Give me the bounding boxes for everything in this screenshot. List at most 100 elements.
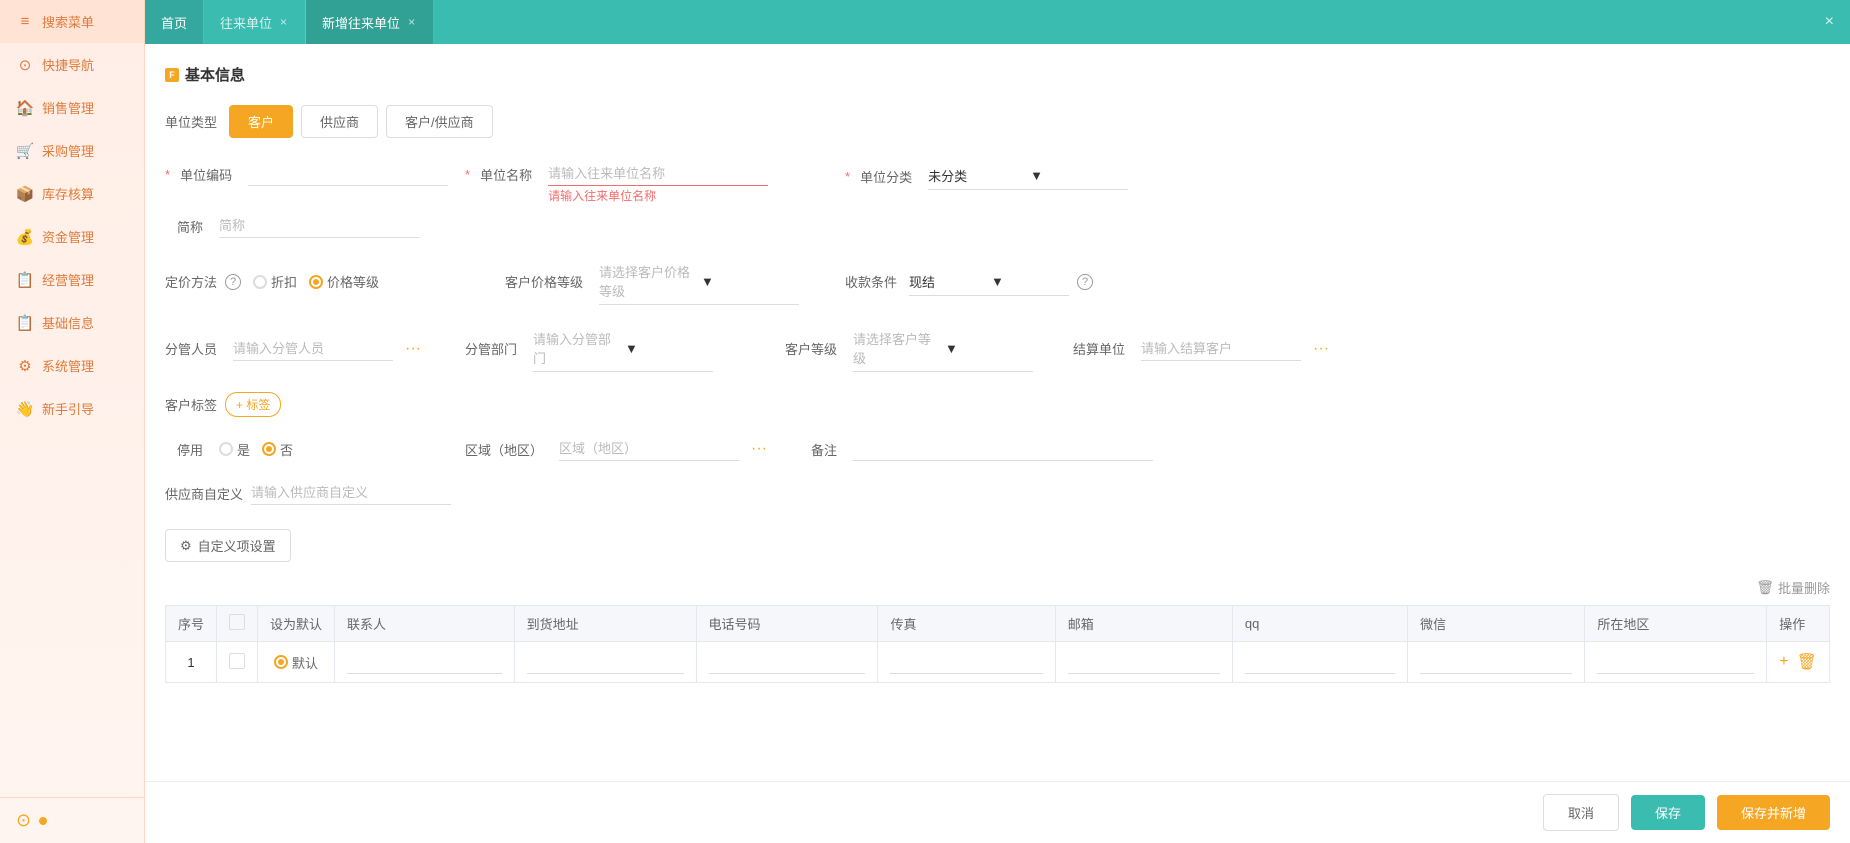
sidebar-item-new-user[interactable]: 👋 新手引导 bbox=[0, 387, 144, 430]
notification-dot bbox=[39, 817, 47, 825]
row-default-radio[interactable]: 默认 bbox=[270, 653, 322, 672]
tab-units[interactable]: 往来单位 × bbox=[204, 0, 306, 44]
unit-code-label: 单位编码 bbox=[180, 165, 232, 184]
unit-btn-both[interactable]: 客户/供应商 bbox=[386, 105, 493, 138]
payment-terms-select[interactable]: 现结 ▼ bbox=[909, 268, 1069, 296]
unit-name-input[interactable] bbox=[548, 162, 768, 186]
sidebar-item-purchase[interactable]: 🛒 采购管理 bbox=[0, 129, 144, 172]
row-checkbox[interactable] bbox=[229, 653, 245, 669]
select-all-checkbox[interactable] bbox=[229, 614, 245, 630]
close-all-tabs[interactable]: × bbox=[1809, 13, 1850, 31]
row-no: 1 bbox=[166, 642, 217, 683]
sidebar-item-inventory[interactable]: 📦 库存核算 bbox=[0, 172, 144, 215]
short-name-input[interactable] bbox=[219, 214, 419, 238]
tab-home[interactable]: 首页 bbox=[145, 0, 204, 44]
custom-settings-label: 自定义项设置 bbox=[198, 536, 276, 555]
customer-level-field: 客户等级 请选择客户等级 ▼ bbox=[785, 325, 1033, 372]
tab-new-unit[interactable]: 新增往来单位 × bbox=[306, 0, 434, 44]
purchase-icon: 🛒 bbox=[16, 142, 34, 160]
unit-btn-supplier[interactable]: 供应商 bbox=[301, 105, 378, 138]
sidebar-item-finance[interactable]: 💰 资金管理 bbox=[0, 215, 144, 258]
row-default-circle bbox=[274, 655, 288, 669]
col-qq: qq bbox=[1232, 606, 1407, 642]
col-checkbox bbox=[217, 606, 258, 642]
row-delete-button[interactable]: 🗑 bbox=[1797, 652, 1817, 672]
row-address-input[interactable] bbox=[527, 650, 684, 674]
row-contact[interactable] bbox=[335, 642, 515, 683]
short-name-row: 简称 bbox=[165, 214, 1830, 238]
radio-disabled-no[interactable]: 否 bbox=[262, 440, 293, 459]
row-wechat-input[interactable] bbox=[1420, 650, 1572, 674]
row-add-button[interactable]: + bbox=[1779, 653, 1788, 671]
pricing-radio-group: 折扣 价格等级 bbox=[253, 272, 379, 291]
manager-input[interactable] bbox=[233, 337, 393, 361]
radio-yes-circle bbox=[219, 442, 233, 456]
tab-new-unit-close[interactable]: × bbox=[406, 13, 417, 31]
pricing-help-icon[interactable]: ? bbox=[225, 274, 241, 290]
add-tag-button[interactable]: + 标签 bbox=[225, 392, 281, 417]
region-input[interactable] bbox=[559, 437, 739, 461]
row-wechat[interactable] bbox=[1408, 642, 1585, 683]
row-address[interactable] bbox=[514, 642, 696, 683]
unit-category-select[interactable]: 未分类 ▼ bbox=[928, 162, 1128, 190]
supplier-custom-row: 供应商自定义 bbox=[165, 481, 1830, 505]
row-qq-input[interactable] bbox=[1245, 650, 1395, 674]
tab-units-close[interactable]: × bbox=[278, 13, 289, 31]
row-fax-input[interactable] bbox=[890, 650, 1042, 674]
radio-no-circle bbox=[262, 442, 276, 456]
radio-disabled-yes[interactable]: 是 bbox=[219, 440, 250, 459]
settlement-more-icon[interactable]: ··· bbox=[1309, 340, 1333, 358]
custom-settings-button[interactable]: ⚙ 自定义项设置 bbox=[165, 529, 291, 562]
sidebar-item-quick-nav[interactable]: ⊙ 快捷导航 bbox=[0, 43, 144, 86]
new-user-icon: 👋 bbox=[16, 400, 34, 418]
sidebar-item-label: 基础信息 bbox=[42, 313, 94, 332]
unit-code-input[interactable]: 000009 bbox=[248, 162, 448, 186]
bottom-bar: 取消 保存 保存并新增 bbox=[145, 781, 1850, 843]
customer-price-select[interactable]: 请选择客户价格等级 ▼ bbox=[599, 258, 799, 305]
customer-price-label: 客户价格等级 bbox=[505, 272, 583, 291]
row-checkbox-cell bbox=[217, 642, 258, 683]
remarks-input[interactable] bbox=[853, 437, 1153, 461]
pricing-row: 定价方法 ? 折扣 价格等级 客户价格等 bbox=[165, 258, 1830, 305]
cancel-button[interactable]: 取消 bbox=[1543, 794, 1619, 831]
row-region-input[interactable] bbox=[1597, 650, 1754, 674]
sidebar-item-system[interactable]: ⚙ 系统管理 bbox=[0, 344, 144, 387]
dept-field: 分管部门 请输入分管部门 ▼ bbox=[465, 325, 745, 372]
customer-level-select[interactable]: 请选择客户等级 ▼ bbox=[853, 325, 1033, 372]
sidebar: ≡ 搜索菜单 ⊙ 快捷导航 🏠 销售管理 🛒 采购管理 📦 库存核算 💰 资金管… bbox=[0, 0, 145, 843]
row-phone-input[interactable] bbox=[709, 650, 866, 674]
row-phone[interactable] bbox=[696, 642, 878, 683]
row-email[interactable] bbox=[1055, 642, 1232, 683]
row-qq[interactable] bbox=[1232, 642, 1407, 683]
section-title: 基本信息 bbox=[185, 64, 245, 85]
dept-placeholder: 请输入分管部门 bbox=[533, 329, 621, 367]
row-fax[interactable] bbox=[878, 642, 1055, 683]
sidebar-item-basic-info[interactable]: 📋 基础信息 bbox=[0, 301, 144, 344]
sidebar-item-operations[interactable]: 📋 经营管理 bbox=[0, 258, 144, 301]
row-email-input[interactable] bbox=[1068, 650, 1220, 674]
save-button[interactable]: 保存 bbox=[1631, 795, 1705, 830]
row-actions: + 🗑 bbox=[1779, 652, 1817, 672]
radio-price-level[interactable]: 价格等级 bbox=[309, 272, 379, 291]
settlement-input[interactable] bbox=[1141, 337, 1301, 361]
dept-select[interactable]: 请输入分管部门 ▼ bbox=[533, 325, 713, 372]
manager-more-icon[interactable]: ··· bbox=[401, 340, 425, 358]
radio-discount[interactable]: 折扣 bbox=[253, 272, 297, 291]
customer-level-label: 客户等级 bbox=[785, 339, 837, 358]
unit-category-label: 单位分类 bbox=[860, 167, 912, 186]
region-more-icon[interactable]: ··· bbox=[747, 440, 771, 458]
finance-icon: 💰 bbox=[16, 228, 34, 246]
unit-btn-customer[interactable]: 客户 bbox=[229, 105, 293, 138]
payment-terms-help-icon[interactable]: ? bbox=[1077, 274, 1093, 290]
save-new-button[interactable]: 保存并新增 bbox=[1717, 795, 1830, 830]
operations-icon: 📋 bbox=[16, 271, 34, 289]
row-region[interactable] bbox=[1585, 642, 1767, 683]
sidebar-item-sales[interactable]: 🏠 销售管理 bbox=[0, 86, 144, 129]
radio-price-level-label: 价格等级 bbox=[327, 272, 379, 291]
remarks-label: 备注 bbox=[811, 440, 837, 459]
sidebar-item-search[interactable]: ≡ 搜索菜单 bbox=[0, 0, 144, 43]
batch-delete-button[interactable]: 🗑 批量删除 bbox=[1756, 578, 1830, 597]
system-icon: ⚙ bbox=[16, 357, 34, 375]
row-contact-input[interactable] bbox=[347, 650, 502, 674]
supplier-custom-input[interactable] bbox=[251, 481, 451, 505]
